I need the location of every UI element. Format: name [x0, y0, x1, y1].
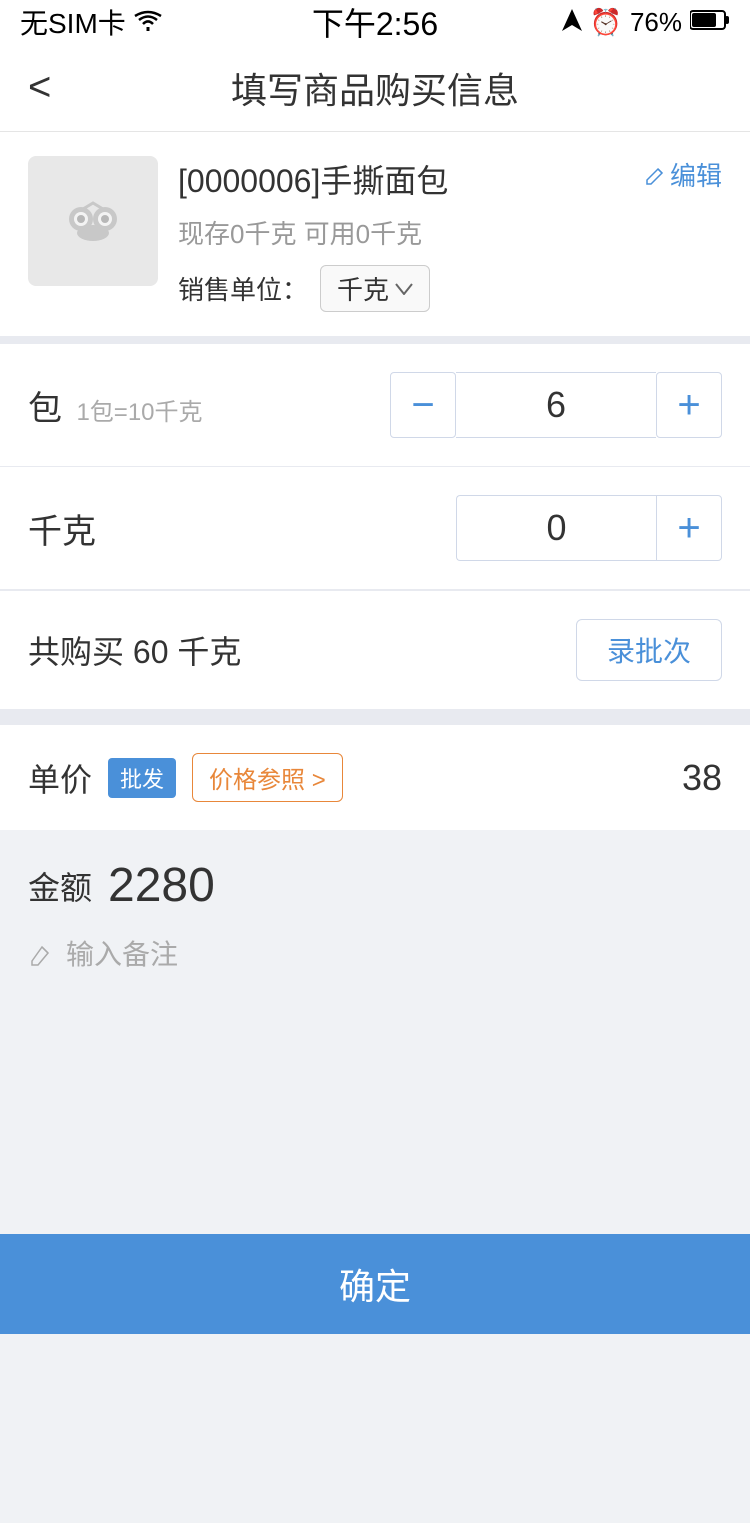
- product-name: [0000006]手撕面包: [178, 156, 448, 202]
- confirm-bar[interactable]: 确定: [0, 1234, 750, 1334]
- amount-section: 金额 2280 输入备注: [0, 830, 750, 973]
- product-stock: 现存0千克 可用0千克: [178, 214, 722, 251]
- product-unit-row: 销售单位： 千克: [178, 265, 722, 312]
- quantity-section: 包 1包=10千克 − + 千克 + 共购买 60 千克 录批次: [0, 344, 750, 709]
- bag-quantity-input[interactable]: [456, 372, 656, 438]
- bag-sub-label: 1包=10千克: [76, 399, 202, 426]
- amount-label: 金额: [28, 863, 92, 909]
- status-bar: 无SIM卡 下午2:56 ⏰ 76%: [0, 0, 750, 44]
- alarm-icon: ⏰: [590, 7, 622, 38]
- unit-label: 销售单位：: [178, 270, 308, 307]
- wifi-icon: [134, 6, 162, 38]
- carrier-label: 无SIM卡: [20, 2, 126, 42]
- back-button[interactable]: <: [28, 65, 51, 110]
- edit-button[interactable]: 编辑: [644, 156, 722, 193]
- confirm-button-label: 确定: [339, 1258, 411, 1310]
- price-ref-button[interactable]: 价格参照 >: [192, 753, 343, 802]
- price-label: 单价: [28, 755, 92, 801]
- product-info: [0000006]手撕面包 编辑 现存0千克 可用0千克 销售单位： 千克: [178, 156, 722, 312]
- remark-row[interactable]: 输入备注: [28, 933, 722, 973]
- bag-label: 包: [28, 390, 62, 428]
- kg-quantity-input[interactable]: [456, 495, 656, 561]
- kg-quantity-row: 千克 +: [0, 467, 750, 590]
- product-card: [0000006]手撕面包 编辑 现存0千克 可用0千克 销售单位： 千克: [0, 132, 750, 344]
- pencil-icon: [28, 939, 56, 967]
- kg-plus-button[interactable]: +: [656, 495, 722, 561]
- product-image: [28, 156, 158, 286]
- kg-quantity-controls: +: [456, 495, 722, 561]
- bag-minus-button[interactable]: −: [390, 372, 456, 438]
- status-left: 无SIM卡: [20, 2, 162, 42]
- kg-label: 千克: [28, 513, 96, 551]
- total-row: 共购买 60 千克 录批次: [0, 590, 750, 709]
- bag-quantity-controls: − +: [390, 372, 722, 438]
- battery-label: 76%: [630, 7, 682, 38]
- price-row: 单价 批发 价格参照 > 38: [0, 717, 750, 830]
- bag-quantity-row: 包 1包=10千克 − +: [0, 344, 750, 467]
- status-time: 下午2:56: [312, 0, 438, 45]
- batch-button[interactable]: 录批次: [576, 619, 722, 681]
- battery-icon: [690, 7, 730, 38]
- location-icon: [562, 7, 582, 38]
- remark-label: 输入备注: [66, 933, 178, 973]
- amount-value: 2280: [108, 858, 215, 913]
- status-right: ⏰ 76%: [562, 7, 730, 38]
- amount-row: 金额 2280: [28, 858, 722, 913]
- nav-bar: < 填写商品购买信息: [0, 44, 750, 132]
- price-badge: 批发: [108, 758, 176, 798]
- price-value: 38: [682, 757, 722, 799]
- bag-plus-button[interactable]: +: [656, 372, 722, 438]
- page-title: 填写商品购买信息: [231, 62, 519, 114]
- total-text: 共购买 60 千克: [28, 627, 241, 673]
- section-divider-1: [0, 709, 750, 717]
- unit-select[interactable]: 千克: [320, 265, 430, 312]
